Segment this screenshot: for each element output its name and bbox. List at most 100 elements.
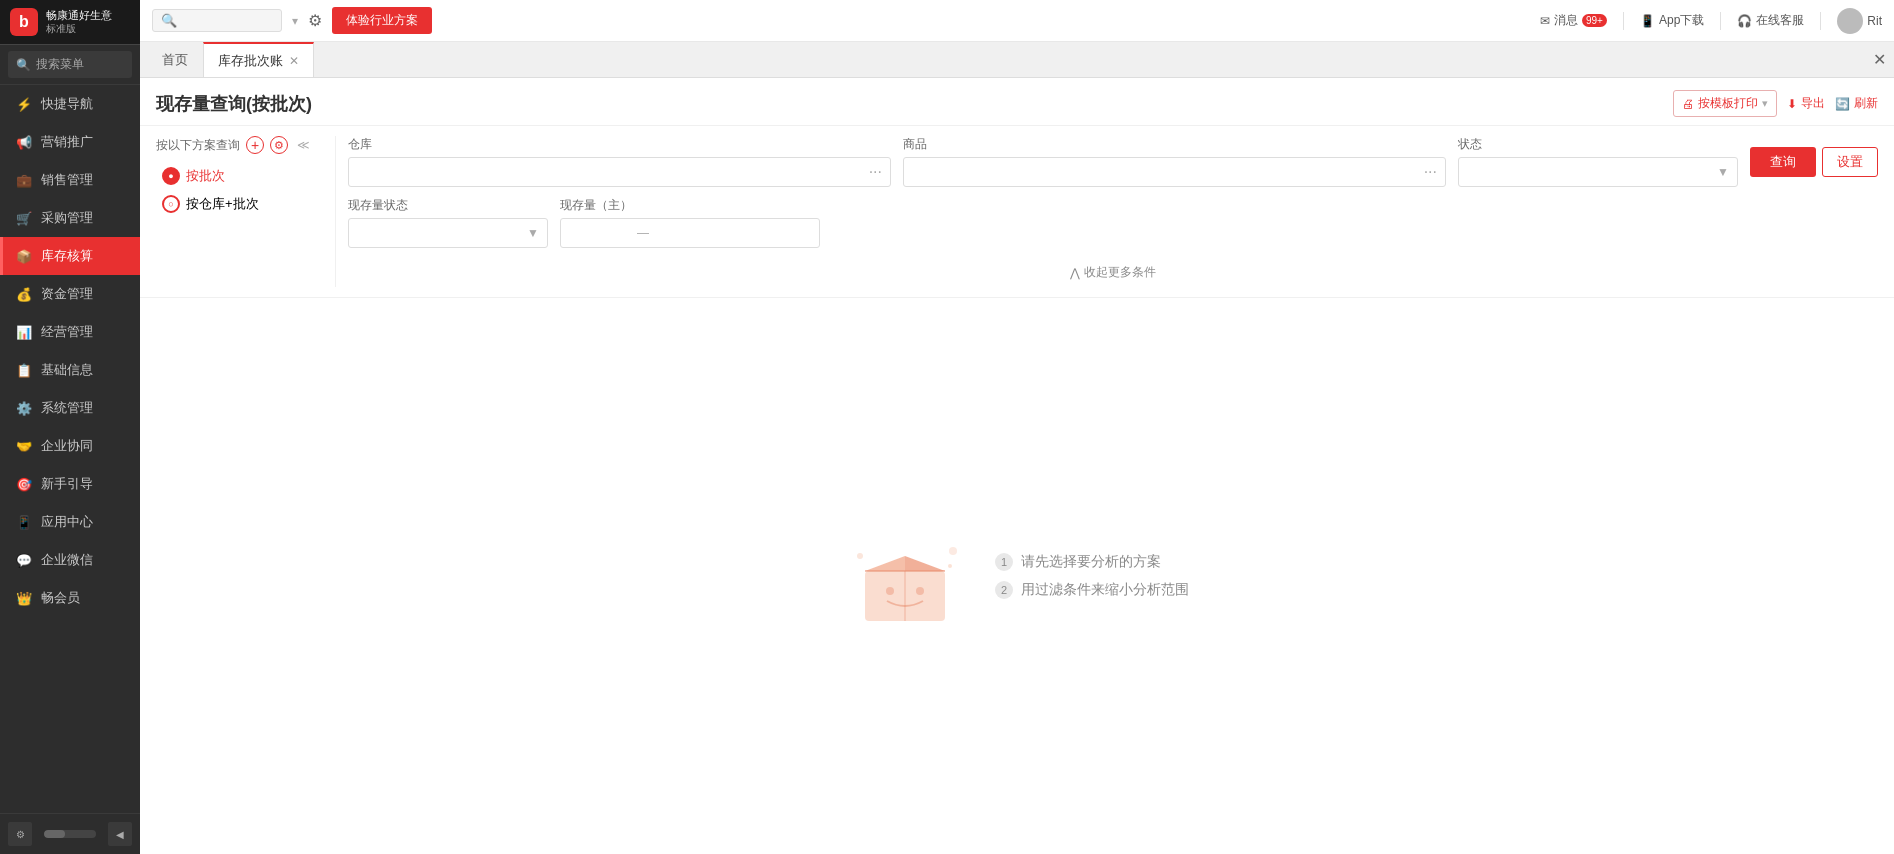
svg-marker-2 <box>905 556 945 571</box>
filter-warehouse-input[interactable]: ··· <box>348 157 891 187</box>
plan-item-by-warehouse-batch[interactable]: ○ 按仓库+批次 <box>156 190 323 218</box>
empty-state: 1 请先选择要分析的方案 2 用过滤条件来缩小分析范围 <box>140 298 1894 854</box>
trial-industry-button[interactable]: 体验行业方案 <box>332 7 432 34</box>
search-icon: 🔍 <box>16 58 31 72</box>
tab-close-icon[interactable]: ✕ <box>289 55 299 67</box>
search-menu-button[interactable]: 🔍 搜索菜单 <box>8 51 132 78</box>
topbar-divider2 <box>1720 12 1721 30</box>
filter-stock-status-select[interactable]: ▼ <box>348 218 548 248</box>
svg-marker-1 <box>865 556 905 571</box>
filter-product-field: 商品 ··· <box>903 136 1446 187</box>
operations-icon: 📊 <box>15 323 33 341</box>
topbar-search-icon: 🔍 <box>161 13 177 28</box>
topbar-search-input[interactable] <box>182 14 272 28</box>
sidebar-item-sales[interactable]: 💼 销售管理 <box>0 161 140 199</box>
sidebar-settings-button[interactable]: ⚙ <box>8 822 32 846</box>
sidebar-item-basic[interactable]: 📋 基础信息 <box>0 351 140 389</box>
sidebar-item-wechat[interactable]: 💬 企业微信 <box>0 541 140 579</box>
app-logo: b <box>10 8 38 36</box>
basic-icon: 📋 <box>15 361 33 379</box>
settings-button[interactable]: 设置 <box>1822 147 1878 177</box>
plan-settings-icon[interactable]: ⚙ <box>270 136 288 154</box>
filter-stock-qty-range[interactable]: — <box>560 218 820 248</box>
tab-bar: 首页 库存批次账 ✕ ✕ <box>140 42 1894 78</box>
plan-by-batch-icon: ● <box>162 167 180 185</box>
filter-stock-qty-field: 现存量（主） — <box>560 197 820 248</box>
sidebar-item-member[interactable]: 👑 畅会员 <box>0 579 140 617</box>
sidebar-item-finance[interactable]: 💰 资金管理 <box>0 275 140 313</box>
sidebar-item-newbie[interactable]: 🎯 新手引导 <box>0 465 140 503</box>
page-header-actions: 🖨 按模板打印 ▾ ⬇ 导出 🔄 刷新 <box>1673 90 1878 117</box>
sidebar-item-operations[interactable]: 📊 经营管理 <box>0 313 140 351</box>
sidebar-item-purchase[interactable]: 🛒 采购管理 <box>0 199 140 237</box>
status-dropdown-icon[interactable]: ▼ <box>1717 165 1729 179</box>
topbar-dropdown-icon[interactable]: ▾ <box>292 14 298 28</box>
topbar-divider1 <box>1623 12 1624 30</box>
tab-bar-close-button[interactable]: ✕ <box>1873 50 1886 69</box>
wechat-icon: 💬 <box>15 551 33 569</box>
service-icon: 🎧 <box>1737 14 1752 28</box>
plan-by-warehouse-icon: ○ <box>162 195 180 213</box>
filter-row-1: 仓库 ··· 商品 ··· 状态 <box>348 136 1878 187</box>
filter-plan-panel: 按以下方案查询 + ⚙ ≪ ● 按批次 ○ 按仓库+批次 <box>156 136 336 287</box>
app-download-button[interactable]: 📱 App下载 <box>1640 12 1704 29</box>
sidebar-item-system[interactable]: ⚙️ 系统管理 <box>0 389 140 427</box>
topbar-search-box[interactable]: 🔍 <box>152 9 282 32</box>
product-more-icon[interactable]: ··· <box>1424 163 1437 181</box>
empty-tip-1: 1 请先选择要分析的方案 <box>995 553 1189 571</box>
sidebar-item-shortcut[interactable]: ⚡ 快捷导航 <box>0 85 140 123</box>
query-button[interactable]: 查询 <box>1750 147 1816 177</box>
filter-stock-status-field: 现存量状态 ▼ <box>348 197 548 248</box>
filter-status-select[interactable]: ▼ <box>1458 157 1738 187</box>
online-service-button[interactable]: 🎧 在线客服 <box>1737 12 1804 29</box>
finance-icon: 💰 <box>15 285 33 303</box>
company-name: 畅康通好生意 <box>46 8 112 22</box>
print-button[interactable]: 🖨 按模板打印 ▾ <box>1673 90 1777 117</box>
collapse-plan-icon[interactable]: ≪ <box>294 136 312 154</box>
download-icon: 📱 <box>1640 14 1655 28</box>
messages-icon: ✉ <box>1540 14 1550 28</box>
sidebar: b 畅康通好生意 标准版 🔍 搜索菜单 ⚡ 快捷导航 📢 营销推广 💼 销售管理… <box>0 0 140 854</box>
collapse-more-conditions[interactable]: ⋀ 收起更多条件 <box>348 258 1878 287</box>
sidebar-item-apps[interactable]: 📱 应用中心 <box>0 503 140 541</box>
enterprise-icon: 🤝 <box>15 437 33 455</box>
newbie-icon: 🎯 <box>15 475 33 493</box>
print-icon: 🖨 <box>1682 97 1694 111</box>
plan-item-by-batch[interactable]: ● 按批次 <box>156 162 323 190</box>
filter-stock-qty-min[interactable] <box>569 226 629 240</box>
sidebar-footer: ⚙ ◀ <box>0 813 140 854</box>
topbar: 🔍 ▾ ⚙ 体验行业方案 ✉ 消息 99+ 📱 App下载 🎧 在线客服 <box>140 0 1894 42</box>
messages-button[interactable]: ✉ 消息 99+ <box>1540 12 1607 29</box>
shortcut-icon: ⚡ <box>15 95 33 113</box>
warehouse-more-icon[interactable]: ··· <box>869 163 882 181</box>
filter-warehouse-label: 仓库 <box>348 136 891 153</box>
collapse-up-icon: ⋀ <box>1070 266 1080 280</box>
user-profile-button[interactable]: Rit <box>1837 8 1882 34</box>
stock-status-dropdown-icon[interactable]: ▼ <box>527 226 539 240</box>
avatar <box>1837 8 1863 34</box>
export-button[interactable]: ⬇ 导出 <box>1787 95 1825 112</box>
tab-home[interactable]: 首页 <box>148 42 203 77</box>
filter-stock-status-label: 现存量状态 <box>348 197 548 214</box>
tab-inventory-batch[interactable]: 库存批次账 ✕ <box>203 42 314 77</box>
add-plan-icon[interactable]: + <box>246 136 264 154</box>
refresh-button[interactable]: 🔄 刷新 <box>1835 95 1878 112</box>
tip-num-1: 1 <box>995 553 1013 571</box>
svg-point-7 <box>857 553 863 559</box>
sidebar-item-enterprise[interactable]: 🤝 企业协同 <box>0 427 140 465</box>
sidebar-header: b 畅康通好生意 标准版 <box>0 0 140 45</box>
topbar-settings-icon[interactable]: ⚙ <box>308 11 322 30</box>
filter-plan-title: 按以下方案查询 + ⚙ ≪ <box>156 136 323 154</box>
filter-status-field: 状态 ▼ <box>1458 136 1738 187</box>
filter-product-input[interactable]: ··· <box>903 157 1446 187</box>
sidebar-item-marketing[interactable]: 📢 营销推广 <box>0 123 140 161</box>
sidebar-item-inventory[interactable]: 📦 库存核算 <box>0 237 140 275</box>
sidebar-collapse-button[interactable]: ◀ <box>108 822 132 846</box>
export-icon: ⬇ <box>1787 97 1797 111</box>
filter-area: 按以下方案查询 + ⚙ ≪ ● 按批次 ○ 按仓库+批次 <box>140 126 1894 298</box>
filter-stock-qty-label: 现存量（主） <box>560 197 820 214</box>
filter-product-label: 商品 <box>903 136 1446 153</box>
empty-tip-2: 2 用过滤条件来缩小分析范围 <box>995 581 1189 599</box>
filter-stock-qty-max[interactable] <box>657 226 717 240</box>
print-dropdown-icon[interactable]: ▾ <box>1762 97 1768 110</box>
